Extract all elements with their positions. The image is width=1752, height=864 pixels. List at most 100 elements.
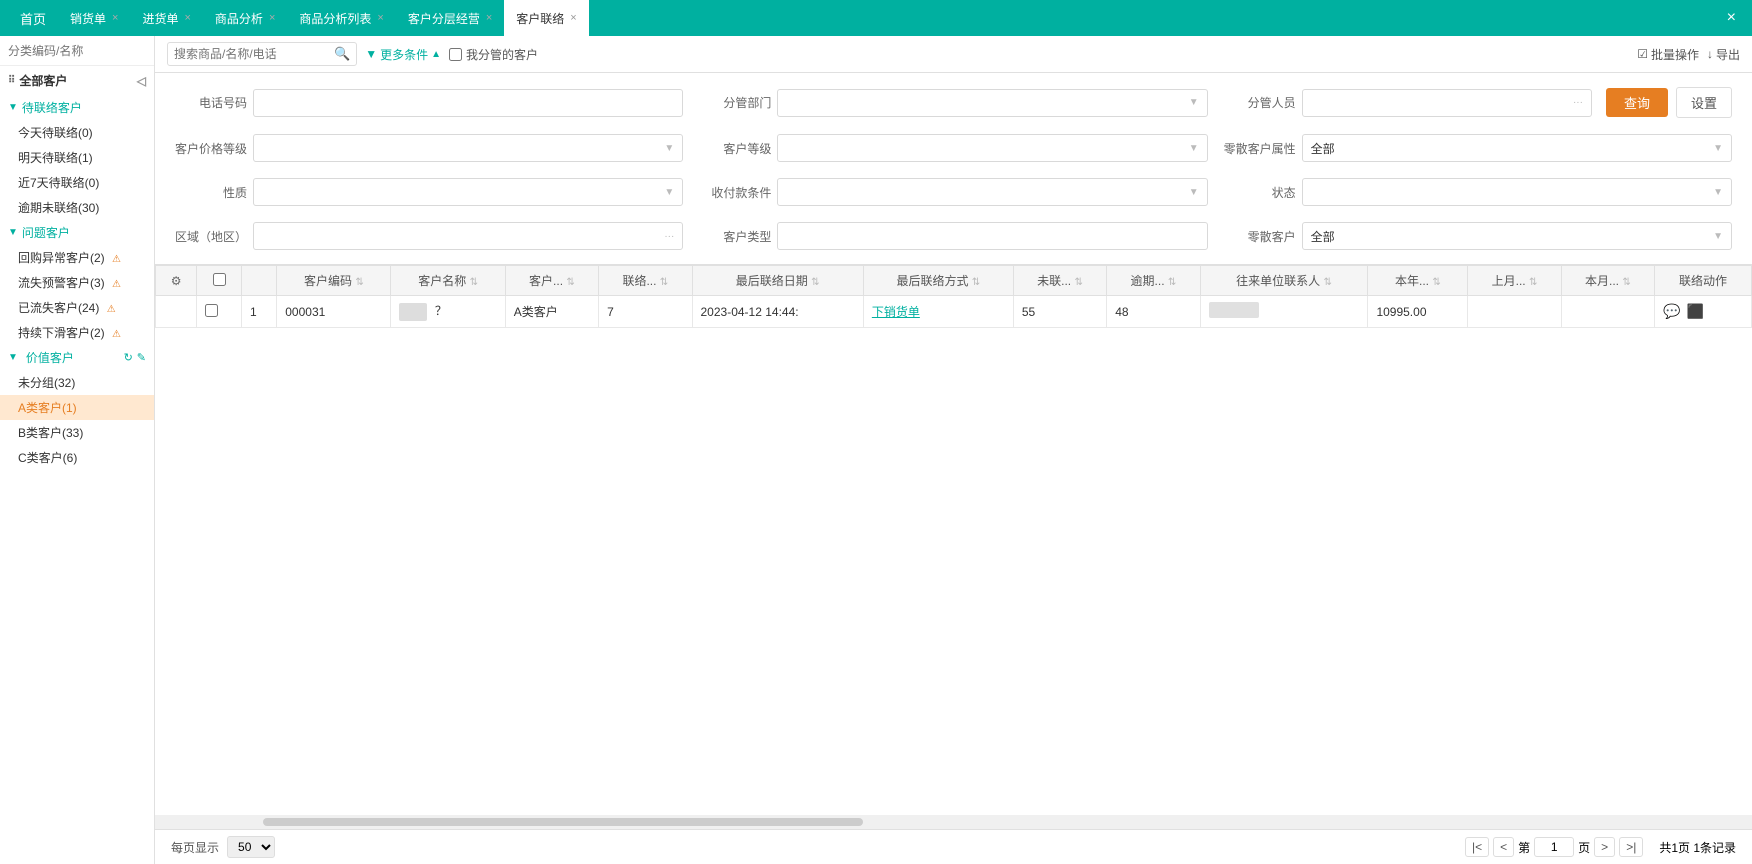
close-customer-mgmt-tab[interactable]: ×: [486, 12, 492, 24]
region-select[interactable]: ···: [253, 222, 683, 250]
sidebar-item-class-a[interactable]: A类客户(1): [0, 395, 154, 420]
nav-tab-analysis[interactable]: 商品分析 ×: [203, 0, 287, 36]
scrollbar-thumb[interactable]: [263, 818, 863, 826]
batch-operation-button[interactable]: ☑ 批量操作: [1637, 46, 1699, 63]
nav-home[interactable]: 首页: [8, 9, 58, 28]
next-page-button[interactable]: >: [1594, 837, 1615, 857]
col-no-contact[interactable]: 未联... ⇅: [1013, 266, 1106, 296]
horizontal-scrollbar[interactable]: [155, 815, 1752, 829]
sidebar-search-container: 🔍: [0, 36, 154, 66]
sidebar-group-pending[interactable]: ▼ 待联络客户: [0, 95, 154, 120]
cell-name[interactable]: ？: [391, 296, 505, 328]
nav-tab-customer-contact[interactable]: 客户联络 ×: [504, 0, 588, 36]
action-buttons-row: 查询 设置: [1606, 87, 1732, 118]
filter-panel: 电话号码 分管部门 ▼ 分管人员 ···: [155, 73, 1752, 265]
page-size-section: 每页显示 50: [171, 836, 275, 858]
sidebar-item-today[interactable]: 今天待联络(0): [0, 120, 154, 145]
col-settings[interactable]: ⚙: [156, 266, 197, 296]
close-customer-contact-tab[interactable]: ×: [570, 12, 576, 24]
col-unit-contact[interactable]: 往来单位联系人 ⇅: [1200, 266, 1368, 296]
sidebar-item-ungrouped[interactable]: 未分组(32): [0, 370, 154, 395]
retail-attr-select[interactable]: 全部 ▼: [1302, 134, 1732, 162]
sidebar-group-problem[interactable]: ▼ 问题客户: [0, 220, 154, 245]
sidebar-item-class-b[interactable]: B类客户(33): [0, 420, 154, 445]
sidebar-all-customers[interactable]: ⠿ 全部客户 ◁: [0, 66, 154, 95]
status-select[interactable]: ▼: [1302, 178, 1732, 206]
col-last-date[interactable]: 最后联络日期 ⇅: [692, 266, 863, 296]
nav-tab-analysis-list[interactable]: 商品分析列表 ×: [287, 0, 395, 36]
payment-select[interactable]: ▼: [777, 178, 1207, 206]
sort-icon-last-method: ⇅: [972, 277, 980, 288]
row-checkbox[interactable]: [205, 304, 218, 317]
sort-icon-unit: ⇅: [1323, 277, 1331, 288]
prev-page-button[interactable]: <: [1493, 837, 1514, 857]
price-grade-select[interactable]: ▼: [253, 134, 683, 162]
sidebar-item-7days[interactable]: 近7天待联络(0): [0, 170, 154, 195]
batch-icon: ☑: [1637, 47, 1648, 61]
nav-tab-purchase[interactable]: 进货单 ×: [130, 0, 202, 36]
main-search-icon[interactable]: 🔍: [334, 46, 350, 62]
top-navigation: 首页 销货单 × 进货单 × 商品分析 × 商品分析列表 × 客户分层经营 × …: [0, 0, 1752, 36]
col-this-year[interactable]: 本年... ⇅: [1368, 266, 1468, 296]
close-analysis-tab[interactable]: ×: [269, 12, 275, 24]
sort-icon-contact: ⇅: [660, 277, 668, 288]
retail-select[interactable]: 全部 ▼: [1302, 222, 1732, 250]
cell-last-method[interactable]: 下销货单: [863, 296, 1013, 328]
col-contact[interactable]: 联络... ⇅: [599, 266, 692, 296]
main-search-input[interactable]: [174, 47, 334, 61]
col-last-month[interactable]: 上月... ⇅: [1468, 266, 1561, 296]
chat-icon[interactable]: 💬: [1663, 303, 1680, 320]
sidebar-item-abnormal[interactable]: 回购异常客户(2) ⚠: [0, 245, 154, 270]
sidebar-group-value[interactable]: ▼ 价值客户 ↻ ✎: [0, 345, 154, 370]
dept-select[interactable]: ▼: [777, 89, 1207, 117]
sidebar-item-declining[interactable]: 持续下滑客户(2) ⚠: [0, 320, 154, 345]
close-sales-tab[interactable]: ×: [112, 12, 118, 24]
col-overdue[interactable]: 逾期... ⇅: [1107, 266, 1200, 296]
nav-tab-customer-mgmt[interactable]: 客户分层经营 ×: [396, 0, 504, 36]
my-customer-checkbox[interactable]: 我分管的客户: [449, 46, 538, 63]
qr-code-icon[interactable]: ⬛: [1687, 303, 1704, 320]
filter-dept: 分管部门 ▼: [691, 83, 1215, 122]
close-purchase-tab[interactable]: ×: [184, 12, 190, 24]
my-customer-check[interactable]: [449, 48, 462, 61]
window-close-button[interactable]: ×: [1719, 9, 1744, 27]
export-button[interactable]: ↓ 导出: [1707, 46, 1740, 63]
page-size-select[interactable]: 50: [227, 836, 275, 858]
customer-avatar: [399, 303, 427, 321]
col-this-month[interactable]: 本月... ⇅: [1561, 266, 1654, 296]
first-page-button[interactable]: |<: [1465, 837, 1489, 857]
refresh-icon[interactable]: ↻: [124, 351, 133, 364]
sidebar-item-churn-warn[interactable]: 流失预警客户(3) ⚠: [0, 270, 154, 295]
nav-tab-sales[interactable]: 销货单 ×: [58, 0, 130, 36]
more-filter-button[interactable]: ▼ 更多条件 ▲: [365, 46, 441, 63]
cust-type-select[interactable]: [777, 222, 1207, 250]
sidebar-item-churned[interactable]: 已流失客户(24) ⚠: [0, 295, 154, 320]
person-select[interactable]: ···: [1302, 89, 1592, 117]
chevron-down-icon-8: ▼: [1713, 231, 1723, 242]
query-button[interactable]: 查询: [1606, 88, 1668, 117]
edit-icon[interactable]: ✎: [137, 351, 146, 364]
sidebar-item-tomorrow[interactable]: 明天待联络(1): [0, 145, 154, 170]
sidebar-item-class-c[interactable]: C类客户(6): [0, 445, 154, 470]
sort-icon-this-year: ⇅: [1432, 277, 1440, 288]
select-all-checkbox[interactable]: [213, 273, 226, 286]
col-type[interactable]: 客户... ⇅: [505, 266, 598, 296]
settings-button[interactable]: 设置: [1676, 87, 1732, 118]
sidebar-collapse-button[interactable]: ◁: [137, 74, 146, 88]
col-name[interactable]: 客户名称 ⇅: [391, 266, 505, 296]
col-last-method[interactable]: 最后联络方式 ⇅: [863, 266, 1013, 296]
sidebar-item-overdue-contact[interactable]: 逾期未联络(30): [0, 195, 154, 220]
cust-grade-select[interactable]: ▼: [777, 134, 1207, 162]
cell-no-contact: 55: [1013, 296, 1106, 328]
filter-grid: 电话号码 分管部门 ▼ 分管人员 ···: [167, 83, 1740, 254]
last-page-button[interactable]: >|: [1619, 837, 1643, 857]
chevron-down-icon-2: ▼: [664, 143, 674, 154]
nature-select[interactable]: ▼: [253, 178, 683, 206]
sidebar-search-input[interactable]: [8, 44, 155, 58]
col-code[interactable]: 客户编码 ⇅: [277, 266, 391, 296]
page-number-input[interactable]: [1534, 837, 1574, 857]
phone-input[interactable]: [253, 89, 683, 117]
last-method-link[interactable]: 下销货单: [872, 305, 920, 319]
filter-cust-type: 客户类型: [691, 218, 1215, 254]
close-analysis-list-tab[interactable]: ×: [377, 12, 383, 24]
